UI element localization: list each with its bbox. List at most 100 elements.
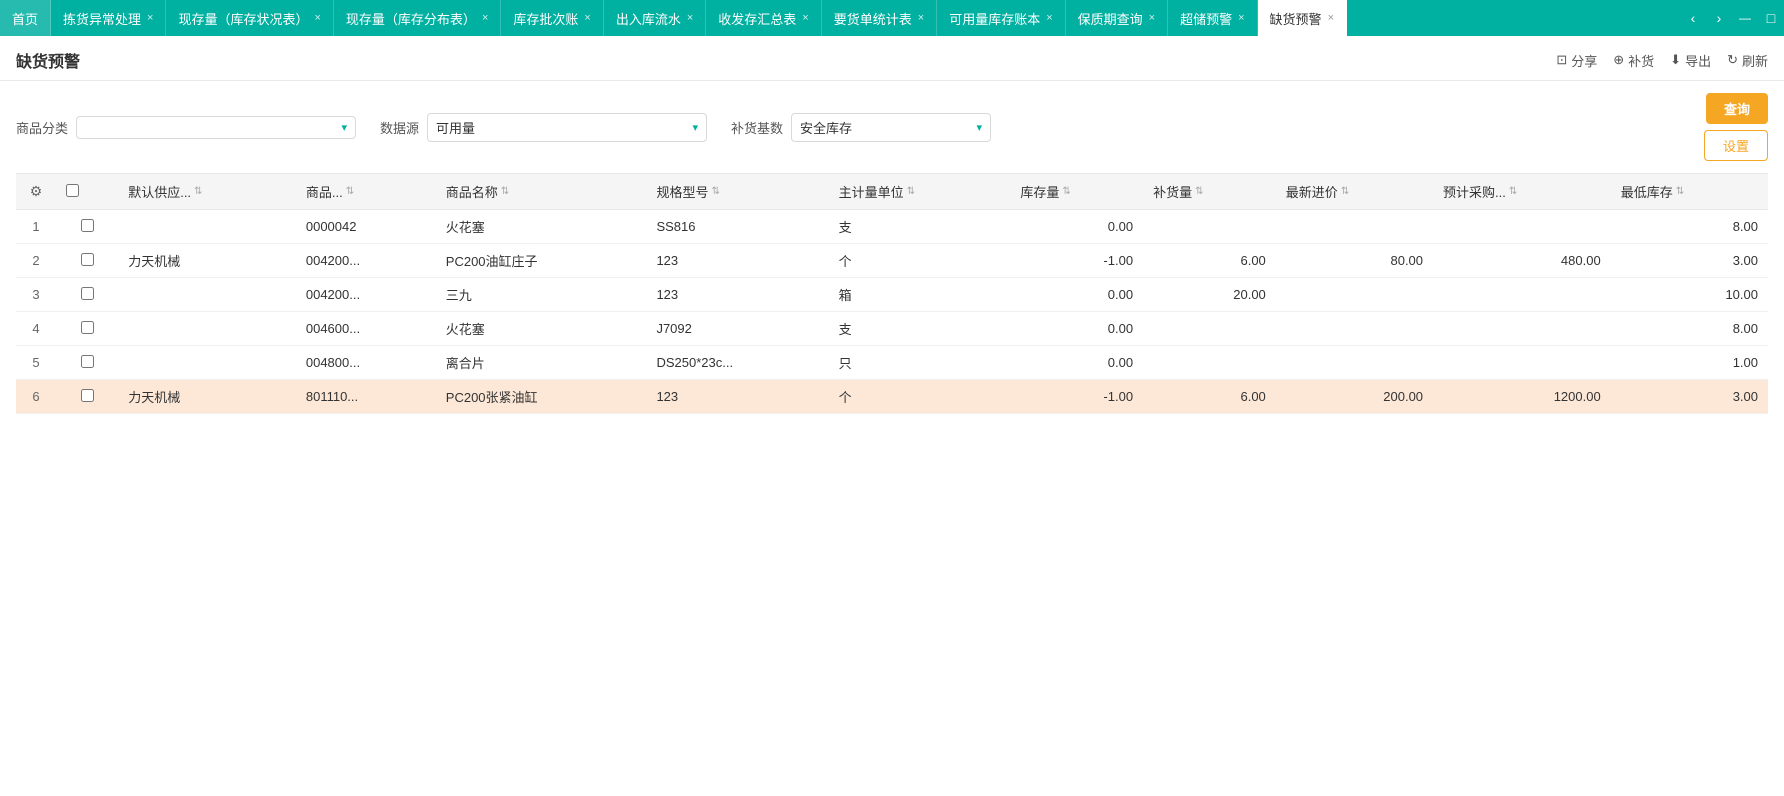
th-spec-sort[interactable]: 规格型号 ⇅ bbox=[656, 182, 719, 201]
replenish-base-value: 安全库存 bbox=[800, 118, 852, 137]
row-unit: 支 bbox=[829, 210, 1011, 244]
tab-item-9[interactable]: 保质期查询× bbox=[1066, 0, 1168, 36]
tab-close-7[interactable]: × bbox=[918, 12, 924, 24]
row-checkbox-1[interactable] bbox=[81, 253, 94, 266]
row-gear-cell: 4 bbox=[16, 312, 56, 346]
tab-item-4[interactable]: 库存批次账× bbox=[501, 0, 603, 36]
tab-close-4[interactable]: × bbox=[584, 12, 590, 24]
tab-item-0[interactable]: 首页 bbox=[0, 0, 51, 36]
row-unit: 支 bbox=[829, 312, 1011, 346]
tab-minimize-btn[interactable]: — bbox=[1732, 0, 1758, 36]
th-spec: 规格型号 ⇅ bbox=[646, 174, 828, 210]
row-name: 火花塞 bbox=[436, 210, 647, 244]
row-est-purchase bbox=[1433, 278, 1611, 312]
tab-close-8[interactable]: × bbox=[1046, 12, 1052, 24]
tab-item-7[interactable]: 要货单统计表× bbox=[822, 0, 937, 36]
tab-item-5[interactable]: 出入库流水× bbox=[604, 0, 706, 36]
table-row: 5 004800... 离合片 DS250*23c... 只 0.00 1.00 bbox=[16, 346, 1768, 380]
tab-close-11[interactable]: × bbox=[1328, 12, 1334, 24]
row-replenish bbox=[1143, 210, 1276, 244]
th-name-sort[interactable]: 商品名称 ⇅ bbox=[446, 182, 509, 201]
row-checkbox-2[interactable] bbox=[81, 287, 94, 300]
row-checkbox-0[interactable] bbox=[81, 219, 94, 232]
category-filter-group: 商品分类 ▾ bbox=[16, 116, 356, 139]
share-button[interactable]: ⊡ 分享 bbox=[1556, 51, 1597, 70]
tab-item-3[interactable]: 现存量（库存分布表）× bbox=[334, 0, 501, 36]
name-sort-icon: ⇅ bbox=[501, 186, 509, 197]
table-wrapper: ⚙ 默认供应... ⇅ 商品... ⇅ bbox=[0, 173, 1784, 414]
th-checkbox bbox=[56, 174, 118, 210]
category-chevron-icon: ▾ bbox=[341, 121, 347, 134]
th-latest-price: 最新进价 ⇅ bbox=[1276, 174, 1433, 210]
tab-prev-btn[interactable]: ‹ bbox=[1680, 0, 1706, 36]
replenish-base-label: 补货基数 bbox=[731, 118, 783, 137]
row-latest-price: 200.00 bbox=[1276, 380, 1433, 414]
replenish-sort-icon: ⇅ bbox=[1195, 186, 1203, 197]
th-supplier-sort[interactable]: 默认供应... ⇅ bbox=[128, 182, 202, 201]
row-spec: 123 bbox=[646, 380, 828, 414]
row-stock: 0.00 bbox=[1010, 346, 1143, 380]
datasource-chevron-icon: ▾ bbox=[693, 121, 699, 134]
category-select[interactable]: ▾ bbox=[76, 116, 356, 139]
row-checkbox-5[interactable] bbox=[81, 389, 94, 402]
stock-sort-icon: ⇅ bbox=[1062, 186, 1070, 197]
filter-bar: 商品分类 ▾ 数据源 可用量 ▾ 补货基数 安全库存 ▾ 查询 设置 bbox=[0, 81, 1784, 173]
tab-item-11[interactable]: 缺货预警× bbox=[1258, 0, 1347, 36]
tab-item-10[interactable]: 超储预警× bbox=[1168, 0, 1257, 36]
tab-next-btn[interactable]: › bbox=[1706, 0, 1732, 36]
th-est-purchase-sort[interactable]: 预计采购... ⇅ bbox=[1443, 182, 1517, 201]
row-unit: 个 bbox=[829, 380, 1011, 414]
tab-close-1[interactable]: × bbox=[147, 12, 153, 24]
tab-close-10[interactable]: × bbox=[1238, 12, 1244, 24]
th-latest-price-sort[interactable]: 最新进价 ⇅ bbox=[1286, 182, 1349, 201]
row-code: 004800... bbox=[296, 346, 436, 380]
row-supplier bbox=[118, 312, 296, 346]
replenish-base-select[interactable]: 安全库存 ▾ bbox=[791, 113, 991, 142]
tab-item-1[interactable]: 拣货异常处理× bbox=[51, 0, 166, 36]
page-title: 缺货预警 bbox=[16, 48, 80, 72]
datasource-filter-group: 数据源 可用量 ▾ bbox=[380, 113, 707, 142]
tab-bar: 首页拣货异常处理×现存量（库存状况表）×现存量（库存分布表）×库存批次账×出入库… bbox=[0, 0, 1784, 36]
latest-price-sort-icon: ⇅ bbox=[1341, 186, 1349, 197]
row-checkbox-4[interactable] bbox=[81, 355, 94, 368]
tab-close-6[interactable]: × bbox=[802, 12, 808, 24]
tab-maximize-btn[interactable]: □ bbox=[1758, 0, 1784, 36]
th-stock-sort[interactable]: 库存量 ⇅ bbox=[1020, 182, 1070, 201]
th-replenish-sort[interactable]: 补货量 ⇅ bbox=[1153, 182, 1203, 201]
category-label: 商品分类 bbox=[16, 118, 68, 137]
row-code: 004200... bbox=[296, 278, 436, 312]
tab-close-2[interactable]: × bbox=[314, 12, 320, 24]
row-latest-price bbox=[1276, 278, 1433, 312]
tab-item-2[interactable]: 现存量（库存状况表）× bbox=[166, 0, 333, 36]
row-checkbox-3[interactable] bbox=[81, 321, 94, 334]
th-code-sort[interactable]: 商品... ⇅ bbox=[306, 182, 354, 201]
main-content: 缺货预警 ⊡ 分享 ⊕ 补货 ⬇ 导出 ↻ 刷新 商品分类 bbox=[0, 36, 1784, 796]
row-spec: 123 bbox=[646, 244, 828, 278]
row-code: 801110... bbox=[296, 380, 436, 414]
refresh-button[interactable]: ↻ 刷新 bbox=[1727, 51, 1768, 70]
settings-button[interactable]: 设置 bbox=[1704, 130, 1768, 161]
row-checkbox-cell bbox=[56, 346, 118, 380]
row-name: 三九 bbox=[436, 278, 647, 312]
tab-item-8[interactable]: 可用量库存账本× bbox=[937, 0, 1065, 36]
th-min-stock-sort[interactable]: 最低库存 ⇅ bbox=[1621, 182, 1684, 201]
datasource-select[interactable]: 可用量 ▾ bbox=[427, 113, 707, 142]
row-supplier bbox=[118, 210, 296, 244]
row-checkbox-cell bbox=[56, 380, 118, 414]
tab-item-6[interactable]: 收发存汇总表× bbox=[706, 0, 821, 36]
table-row: 6 力天机械 801110... PC200张紧油缸 123 个 -1.00 6… bbox=[16, 380, 1768, 414]
row-checkbox-cell bbox=[56, 312, 118, 346]
replenish-button[interactable]: ⊕ 补货 bbox=[1613, 51, 1654, 70]
tab-close-5[interactable]: × bbox=[687, 12, 693, 24]
row-min-stock: 10.00 bbox=[1611, 278, 1768, 312]
tab-close-9[interactable]: × bbox=[1149, 12, 1155, 24]
gear-icon[interactable]: ⚙ bbox=[30, 183, 43, 199]
export-button[interactable]: ⬇ 导出 bbox=[1670, 51, 1711, 70]
row-supplier bbox=[118, 346, 296, 380]
th-unit-sort[interactable]: 主计量单位 ⇅ bbox=[839, 182, 915, 201]
select-all-checkbox[interactable] bbox=[66, 184, 79, 197]
tab-close-3[interactable]: × bbox=[482, 12, 488, 24]
row-supplier: 力天机械 bbox=[118, 244, 296, 278]
query-button[interactable]: 查询 bbox=[1706, 93, 1768, 124]
table-header-row: ⚙ 默认供应... ⇅ 商品... ⇅ bbox=[16, 174, 1768, 210]
